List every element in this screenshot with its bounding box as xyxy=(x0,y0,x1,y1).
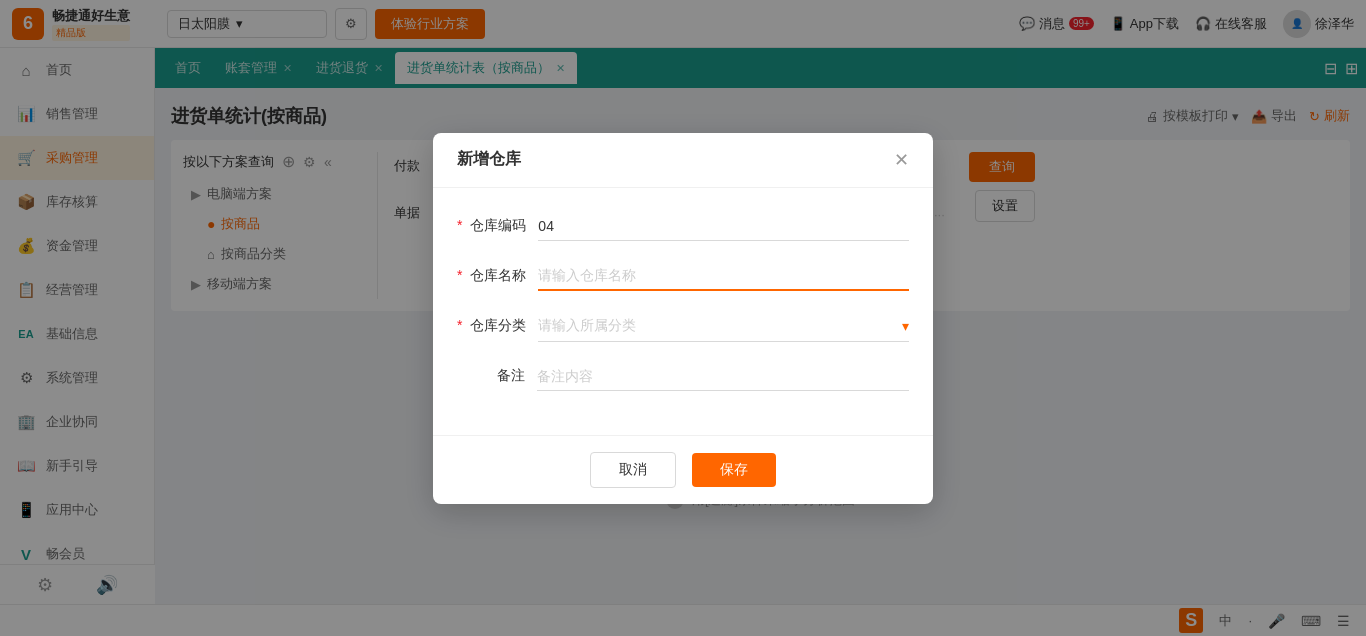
modal-title: 新增仓库 xyxy=(457,149,521,170)
modal-body: * 仓库编码 * 仓库名称 * 仓库分类 请输入所属 xyxy=(433,188,933,435)
category-placeholder: 请输入所属分类 xyxy=(538,317,902,335)
modal-overlay: 新增仓库 ✕ * 仓库编码 * 仓库名称 xyxy=(0,0,1366,636)
form-row-name: * 仓库名称 xyxy=(457,261,909,291)
modal-footer: 取消 保存 xyxy=(433,435,933,504)
modal-header: 新增仓库 ✕ xyxy=(433,133,933,188)
form-row-code: * 仓库编码 xyxy=(457,212,909,241)
modal-new-warehouse: 新增仓库 ✕ * 仓库编码 * 仓库名称 xyxy=(433,133,933,504)
code-input[interactable] xyxy=(538,212,909,241)
modal-close-icon[interactable]: ✕ xyxy=(894,149,909,171)
form-row-category: * 仓库分类 请输入所属分类 ▾ xyxy=(457,311,909,342)
category-label: * 仓库分类 xyxy=(457,317,538,335)
name-label: * 仓库名称 xyxy=(457,267,538,285)
category-arrow-icon: ▾ xyxy=(902,318,909,334)
save-button[interactable]: 保存 xyxy=(692,453,776,487)
note-label: 备注 xyxy=(457,367,537,385)
code-label: * 仓库编码 xyxy=(457,217,538,235)
cancel-button[interactable]: 取消 xyxy=(590,452,676,488)
name-input[interactable] xyxy=(538,261,909,291)
note-input[interactable] xyxy=(537,362,909,391)
category-select[interactable]: 请输入所属分类 ▾ xyxy=(538,311,909,342)
form-row-note: 备注 xyxy=(457,362,909,391)
